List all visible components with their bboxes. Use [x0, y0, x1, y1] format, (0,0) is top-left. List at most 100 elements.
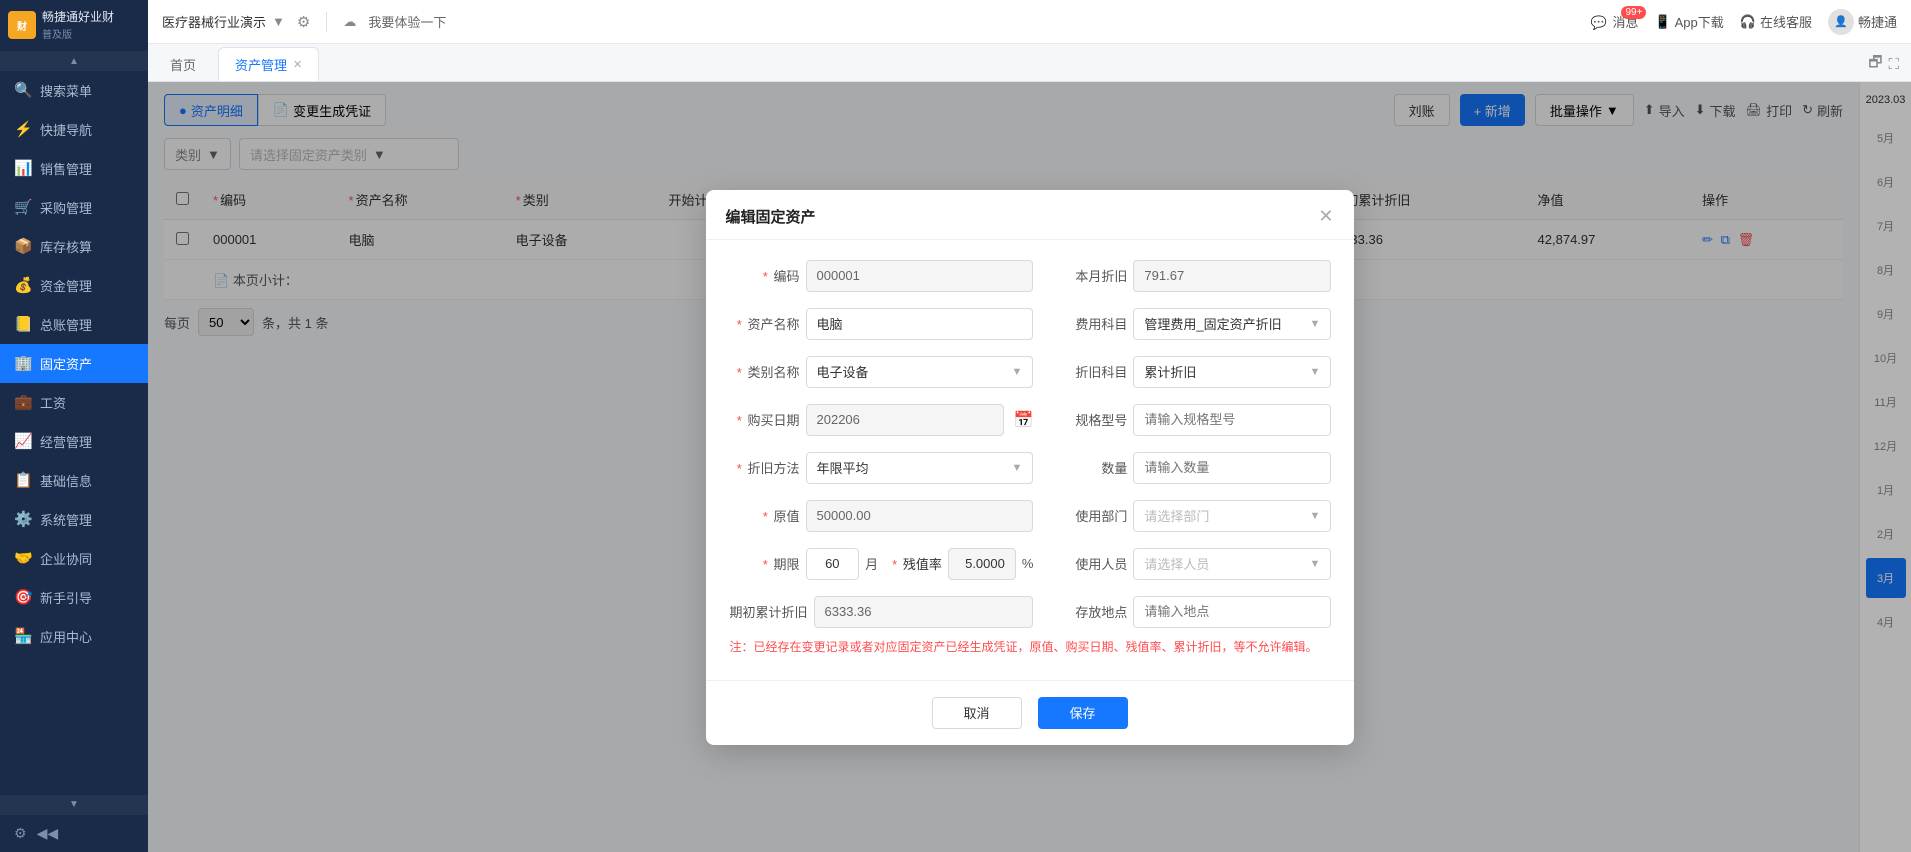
sidebar-item-label: 快捷导航: [40, 120, 92, 139]
scroll-down-arrow[interactable]: ▼: [0, 795, 148, 814]
dep-subject-value: 累计折旧: [1144, 362, 1196, 381]
sidebar-item-management[interactable]: 📈 经营管理: [0, 422, 148, 461]
guide-icon: 🎯: [14, 588, 32, 606]
settings-icon[interactable]: ⚙: [14, 825, 27, 842]
user-label: 使用人员: [1057, 554, 1127, 573]
modal-close-button[interactable]: ✕: [1318, 206, 1333, 227]
save-button[interactable]: 保存: [1038, 697, 1128, 729]
purchase-icon: 🛒: [14, 198, 32, 216]
dep-method-select[interactable]: 年限平均 ▼: [806, 452, 1034, 484]
original-label: * 原值: [730, 506, 800, 525]
modal-note: 注：已经存在变更记录或者对应固定资产已经生成凭证，原值、购买日期、残值率、累计折…: [730, 628, 1330, 660]
sidebar-item-finance[interactable]: 💰 资金管理: [0, 266, 148, 305]
content-area: ● 资产明细 📄 变更生成凭证 刘账 + 新增 批量操作 ▼: [148, 82, 1911, 852]
user-arrow: ▼: [1310, 558, 1321, 570]
download-icon: 📱: [1654, 14, 1670, 30]
sidebar-item-inventory[interactable]: 📦 库存核算: [0, 227, 148, 266]
department-arrow: ▼: [1310, 510, 1321, 522]
user-label: 畅捷通: [1858, 12, 1897, 31]
expand-icon[interactable]: ⛶: [1888, 56, 1899, 73]
sidebar-item-label: 经营管理: [40, 432, 92, 451]
monthly-dep-input: [1133, 260, 1331, 292]
form-item-purchase-date: * 购买日期 📅: [730, 404, 1034, 436]
user-placeholder: 请选择人员: [1144, 554, 1209, 573]
tabbar: 首页 资产管理 ✕ 🗗 ⛶: [148, 44, 1911, 82]
topbar: 医疗器械行业演示 ▼ ⚙ ☁ 我要体验一下 💬 99+ 消息 📱 App下载 🎧…: [148, 0, 1911, 44]
location-input[interactable]: [1133, 596, 1331, 628]
messages-button[interactable]: 💬 99+ 消息: [1591, 12, 1639, 31]
dep-subject-select[interactable]: 累计折旧 ▼: [1133, 356, 1331, 388]
topbar-right: 💬 99+ 消息 📱 App下载 🎧 在线客服 👤 畅捷通: [1591, 9, 1897, 35]
sidebar-item-quicknav[interactable]: ⚡ 快捷导航: [0, 110, 148, 149]
sidebar-item-app-center[interactable]: 🏪 应用中心: [0, 617, 148, 656]
sidebar-item-system[interactable]: ⚙️ 系统管理: [0, 500, 148, 539]
category-value: 电子设备: [817, 362, 869, 381]
modal-header: 编辑固定资产 ✕: [706, 190, 1354, 240]
form-item-initial-dep: 期初累计折旧: [730, 596, 1034, 628]
dep-method-arrow: ▼: [1012, 462, 1023, 474]
dep-subject-label: 折旧科目: [1057, 362, 1127, 381]
sidebar-item-label: 应用中心: [40, 627, 92, 646]
cancel-button[interactable]: 取消: [932, 697, 1022, 729]
sidebar-item-search[interactable]: 🔍 搜索菜单: [0, 71, 148, 110]
sidebar-item-label: 新手引导: [40, 588, 92, 607]
quantity-input[interactable]: [1133, 452, 1331, 484]
dep-method-label: * 折旧方法: [730, 458, 800, 477]
payroll-icon: 💼: [14, 393, 32, 411]
expense-subject-value: 管理费用_固定资产折旧: [1144, 314, 1281, 333]
asset-name-input[interactable]: [806, 308, 1034, 340]
sidebar-item-label: 系统管理: [40, 510, 92, 529]
scroll-up-arrow[interactable]: ▲: [0, 52, 148, 71]
monthly-dep-label: 本月折旧: [1057, 266, 1127, 285]
app-download-button[interactable]: 📱 App下载: [1654, 12, 1723, 31]
user-menu[interactable]: 👤 畅捷通: [1828, 9, 1897, 35]
app-center-icon: 🏪: [14, 627, 32, 645]
sidebar-item-sales[interactable]: 📊 销售管理: [0, 149, 148, 188]
sidebar-item-ledger[interactable]: 📒 总账管理: [0, 305, 148, 344]
experience-text[interactable]: 我要体验一下: [368, 12, 446, 31]
app-name-group: 畅捷通好业财 普及版: [42, 10, 114, 41]
original-input[interactable]: [806, 500, 1034, 532]
modal-footer: 取消 保存: [706, 680, 1354, 745]
category-arrow: ▼: [1012, 366, 1023, 378]
form-item-category-row: * 类别名称 电子设备 ▼: [730, 356, 1034, 388]
collapse-icon[interactable]: ◀◀: [37, 825, 59, 842]
sidebar-item-label: 企业协同: [40, 549, 92, 568]
finance-icon: 💰: [14, 276, 32, 294]
form-item-spec-row: 规格型号: [1057, 404, 1331, 436]
category-select[interactable]: 电子设备 ▼: [806, 356, 1034, 388]
tab-asset-management[interactable]: 资产管理 ✕: [218, 47, 319, 81]
expense-subject-select[interactable]: 管理费用_固定资产折旧 ▼: [1133, 308, 1331, 340]
customer-service-button[interactable]: 🎧 在线客服: [1740, 12, 1812, 31]
code-input[interactable]: [806, 260, 1034, 292]
calendar-icon[interactable]: 📅: [1014, 410, 1034, 430]
sidebar-item-collab[interactable]: 🤝 企业协同: [0, 539, 148, 578]
sidebar-item-basic-info[interactable]: 📋 基础信息: [0, 461, 148, 500]
sidebar-item-label: 基础信息: [40, 471, 92, 490]
residual-rate-input[interactable]: [948, 548, 1016, 580]
workspace-settings-icon[interactable]: ⚙: [297, 13, 310, 31]
sidebar-item-guide[interactable]: 🎯 新手引导: [0, 578, 148, 617]
restore-icon[interactable]: 🗗: [1868, 52, 1882, 77]
tab-home[interactable]: 首页: [154, 47, 212, 81]
spec-input[interactable]: [1133, 404, 1331, 436]
sidebar-item-payroll[interactable]: 💼 工资: [0, 383, 148, 422]
workspace-name: 医疗器械行业演示: [162, 12, 266, 31]
residual-rate-label: * 残值率: [892, 554, 942, 573]
department-select[interactable]: 请选择部门 ▼: [1133, 500, 1331, 532]
tab-close-icon[interactable]: ✕: [293, 58, 302, 71]
user-select[interactable]: 请选择人员 ▼: [1133, 548, 1331, 580]
expense-subject-arrow: ▼: [1310, 318, 1321, 330]
form-item-quantity-row: 数量: [1057, 452, 1331, 484]
workspace-selector[interactable]: 医疗器械行业演示 ▼: [162, 12, 285, 31]
sidebar-item-fixed-assets[interactable]: 🏢 固定资产: [0, 344, 148, 383]
search-icon: 🔍: [14, 81, 32, 99]
form-item-original: * 原值: [730, 500, 1034, 532]
sidebar-item-purchase[interactable]: 🛒 采购管理: [0, 188, 148, 227]
form-item-expense-subject: 费用科目 管理费用_固定资产折旧 ▼: [1057, 308, 1331, 340]
purchase-date-input[interactable]: [806, 404, 1004, 436]
basic-info-icon: 📋: [14, 471, 32, 489]
sidebar-item-label: 总账管理: [40, 315, 92, 334]
period-label: * 期限: [730, 554, 800, 573]
period-input[interactable]: [806, 548, 860, 580]
